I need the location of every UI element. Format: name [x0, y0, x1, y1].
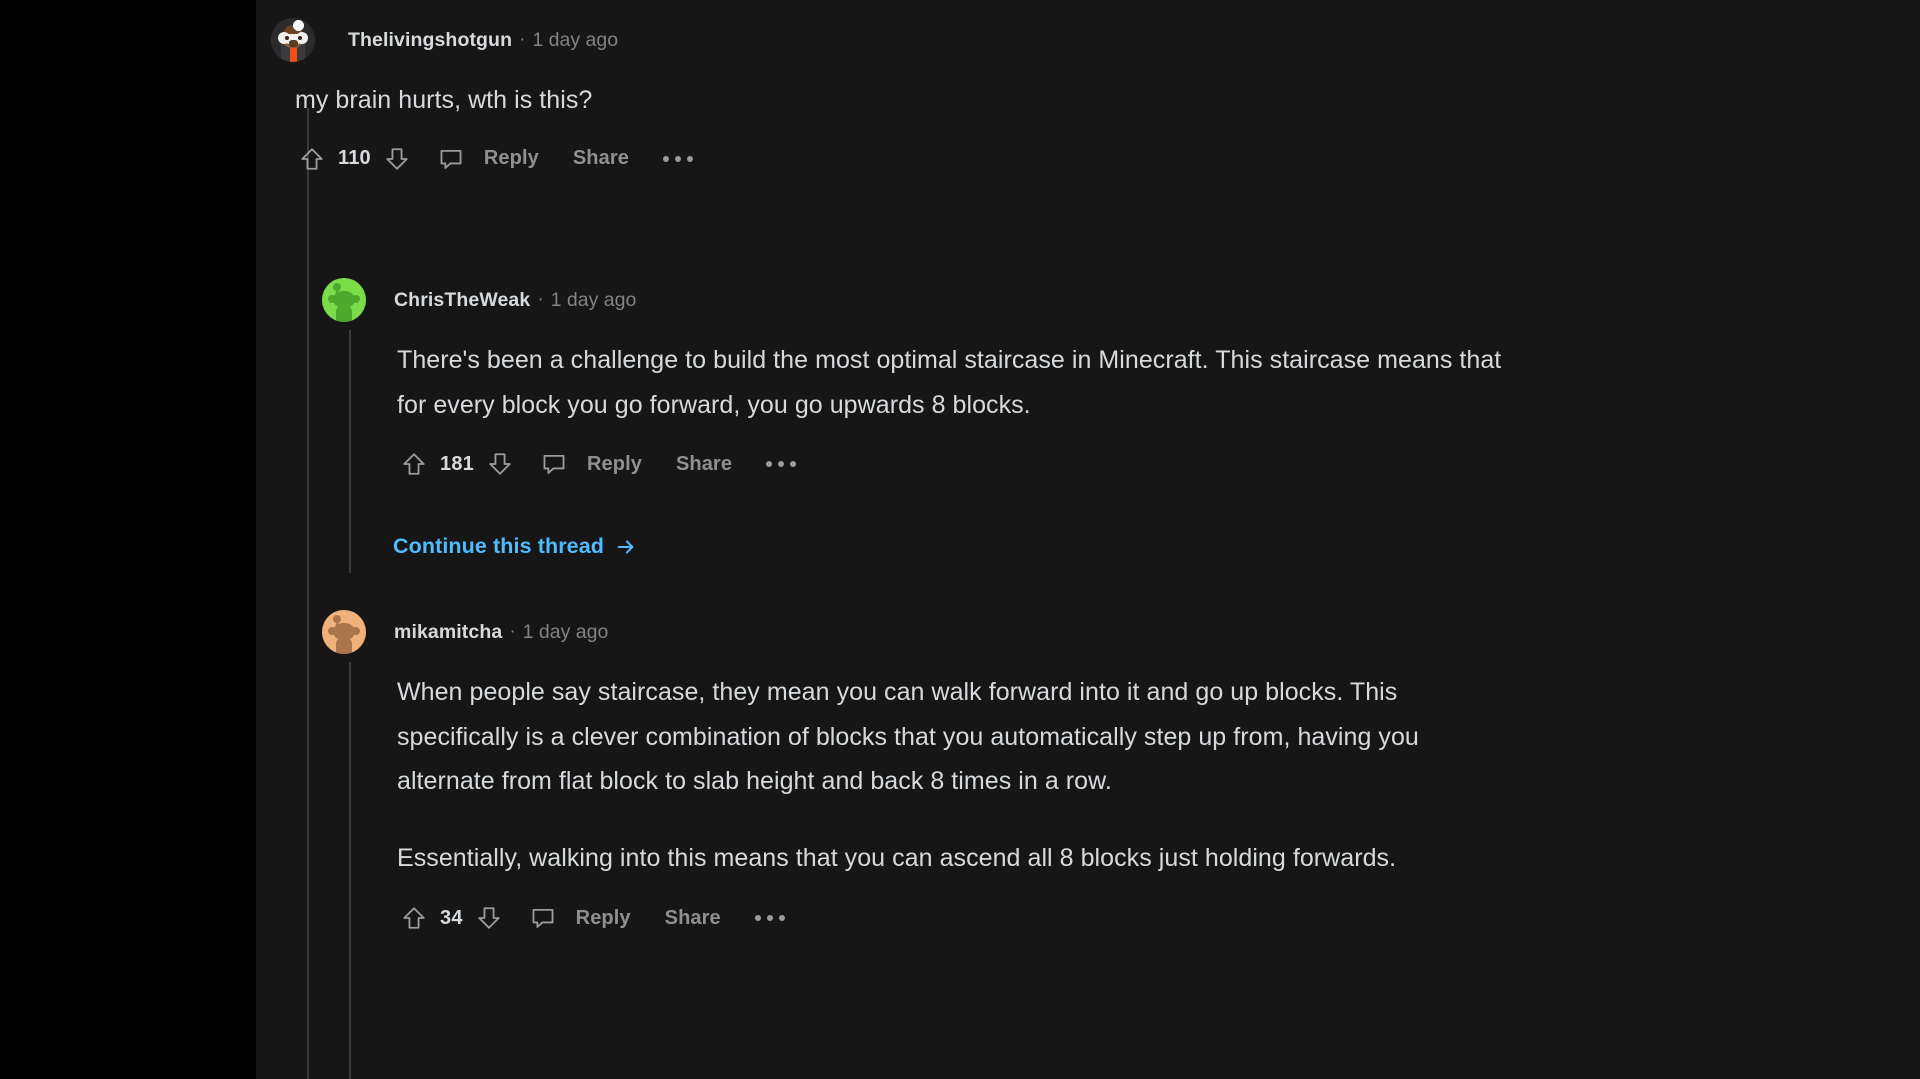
downvote-arrow-icon[interactable]	[472, 901, 506, 935]
comment-body: When people say staircase, they mean you…	[397, 670, 1507, 880]
comment-username[interactable]: mikamitcha	[394, 621, 502, 644]
continue-this-thread-link[interactable]: Continue this thread	[393, 534, 637, 559]
comment-bubble-icon[interactable]	[537, 447, 571, 481]
comment-bubble-icon[interactable]	[526, 901, 560, 935]
more-options-icon[interactable]	[754, 901, 785, 935]
comment-body: There's been a challenge to build the mo…	[397, 338, 1502, 427]
avatar-thelivingshotgun[interactable]	[271, 18, 315, 62]
reddit-comment-thread-page: Thelivingshotgun · 1 day ago my brain hu…	[0, 0, 1920, 1079]
continue-thread-label: Continue this thread	[393, 534, 605, 558]
arrow-right-icon	[615, 536, 637, 558]
comment-header: Thelivingshotgun · 1 day ago	[271, 18, 1671, 62]
avatar-christheweak[interactable]	[322, 278, 366, 322]
downvote-arrow-icon[interactable]	[380, 142, 414, 176]
threadline-level-1[interactable]	[307, 108, 309, 1079]
comment-score: 110	[338, 147, 371, 169]
share-button[interactable]: Share	[573, 147, 629, 170]
comment-christheweak: ChrisTheWeak · 1 day ago There's been a …	[322, 278, 1682, 484]
comment-header: ChrisTheWeak · 1 day ago	[322, 278, 1682, 322]
comment-username[interactable]: Thelivingshotgun	[348, 29, 512, 52]
comment-paragraph: my brain hurts, wth is this?	[295, 86, 593, 114]
share-button[interactable]: Share	[665, 907, 721, 930]
comment-mikamitcha: mikamitcha · 1 day ago When people say s…	[322, 610, 1722, 938]
comment-action-bar: 34 Reply Share	[397, 898, 1722, 938]
reply-button[interactable]: Reply	[576, 907, 631, 930]
meta-separator: ·	[519, 29, 526, 50]
upvote-arrow-icon[interactable]	[397, 447, 431, 481]
comment-bubble-icon[interactable]	[434, 142, 468, 176]
share-button[interactable]: Share	[676, 453, 732, 476]
comment-timestamp: 1 day ago	[522, 620, 609, 643]
comment-timestamp: 1 day ago	[532, 28, 619, 51]
reply-button[interactable]: Reply	[587, 453, 642, 476]
more-options-icon[interactable]	[662, 142, 693, 176]
comment-paragraph: When people say staircase, they mean you…	[397, 678, 1419, 795]
comment-score: 34	[440, 906, 463, 929]
comment-body: my brain hurts, wth is this?	[295, 78, 1671, 123]
comment-thelivingshotgun: Thelivingshotgun · 1 day ago my brain hu…	[271, 18, 1671, 179]
comment-action-bar: 110 Reply Share	[295, 139, 1671, 179]
comment-score: 181	[440, 452, 474, 475]
more-options-icon[interactable]	[766, 447, 797, 481]
comment-header: mikamitcha · 1 day ago	[322, 610, 1722, 654]
avatar-mikamitcha[interactable]	[322, 610, 366, 654]
upvote-arrow-icon[interactable]	[295, 142, 329, 176]
meta-separator: ·	[537, 289, 544, 310]
downvote-arrow-icon[interactable]	[483, 447, 517, 481]
upvote-arrow-icon[interactable]	[397, 901, 431, 935]
comment-paragraph: Essentially, walking into this means tha…	[397, 843, 1397, 872]
left-gutter	[0, 0, 256, 1079]
comment-action-bar: 181 Reply Share	[397, 444, 1682, 484]
reply-button[interactable]: Reply	[484, 147, 539, 170]
comment-username[interactable]: ChrisTheWeak	[394, 289, 530, 312]
meta-separator: ·	[509, 621, 516, 642]
comment-timestamp: 1 day ago	[550, 288, 637, 311]
comment-paragraph: There's been a challenge to build the mo…	[397, 346, 1502, 419]
